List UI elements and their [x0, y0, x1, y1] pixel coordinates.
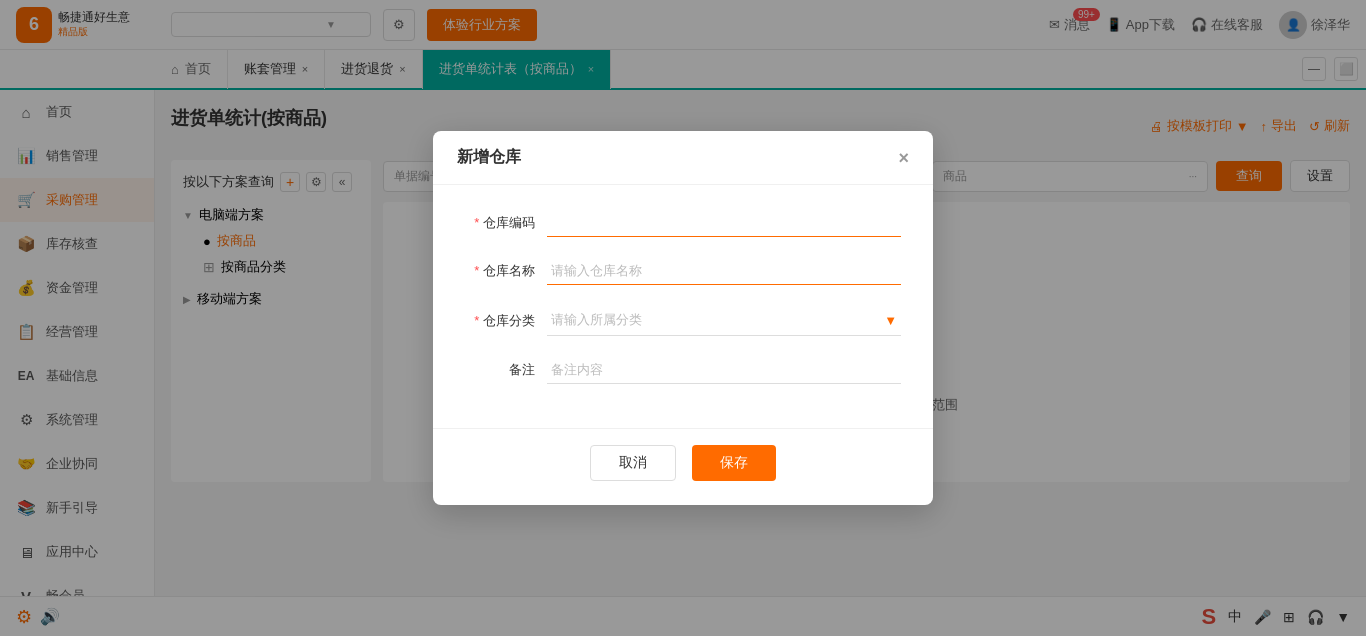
modal-footer: 取消 保存	[433, 428, 933, 505]
name-input[interactable]	[547, 257, 901, 285]
modal-header: 新增仓库 ×	[433, 131, 933, 185]
form-row-note: 备注	[465, 356, 901, 384]
code-label: 仓库编码	[465, 214, 535, 232]
save-button[interactable]: 保存	[692, 445, 776, 481]
modal-overlay: 新增仓库 × 仓库编码 04 仓库名称 仓库分类 请输入所属分类 ▼	[0, 0, 1366, 636]
category-label: 仓库分类	[465, 312, 535, 330]
note-input[interactable]	[547, 356, 901, 384]
form-row-name: 仓库名称	[465, 257, 901, 285]
form-row-code: 仓库编码 04	[465, 209, 901, 237]
form-row-category: 仓库分类 请输入所属分类 ▼	[465, 305, 901, 336]
category-placeholder: 请输入所属分类	[551, 311, 642, 329]
category-select[interactable]: 请输入所属分类 ▼	[547, 305, 901, 336]
modal-close-button[interactable]: ×	[898, 149, 909, 167]
modal-body: 仓库编码 04 仓库名称 仓库分类 请输入所属分类 ▼ 备注	[433, 185, 933, 428]
code-input[interactable]: 04	[547, 209, 901, 237]
new-warehouse-modal: 新增仓库 × 仓库编码 04 仓库名称 仓库分类 请输入所属分类 ▼	[433, 131, 933, 505]
note-label: 备注	[465, 361, 535, 379]
cancel-button[interactable]: 取消	[590, 445, 676, 481]
category-dropdown-icon: ▼	[884, 313, 897, 328]
modal-title: 新增仓库	[457, 147, 521, 168]
name-label: 仓库名称	[465, 262, 535, 280]
